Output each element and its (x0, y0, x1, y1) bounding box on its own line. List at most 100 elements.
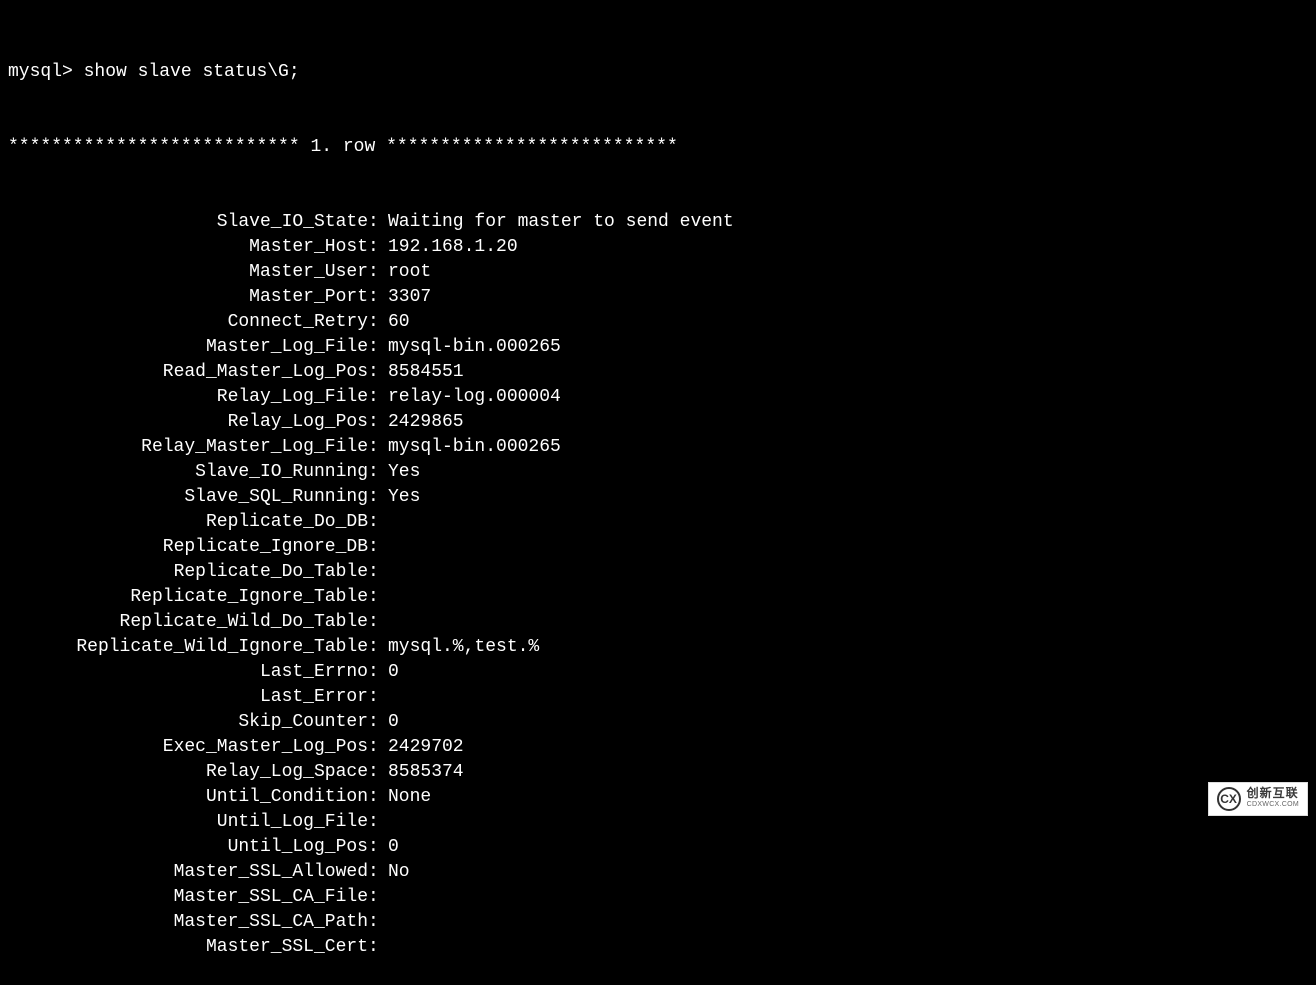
status-field-label: Exec_Master_Log_Pos (8, 735, 368, 760)
mysql-prompt: mysql> (8, 60, 73, 85)
status-field-value: 2429865 (388, 410, 464, 435)
status-field-row: Master_SSL_Cert: (8, 935, 1308, 960)
status-field-row: Until_Condition: None (8, 785, 1308, 810)
status-field-row: Read_Master_Log_Pos: 8584551 (8, 360, 1308, 385)
status-field-row: Connect_Retry: 60 (8, 310, 1308, 335)
status-field-label: Replicate_Do_Table (8, 560, 368, 585)
row-number-label: 1. row (310, 137, 375, 157)
field-colon: : (368, 785, 388, 810)
status-field-row: Master_User: root (8, 260, 1308, 285)
status-field-label: Relay_Log_Pos (8, 410, 368, 435)
status-field-value: Yes (388, 485, 420, 510)
status-field-row: Master_SSL_CA_Path: (8, 910, 1308, 935)
mysql-prompt-line: mysql> show slave status\G; (8, 60, 1308, 85)
status-field-row: Last_Errno: 0 (8, 660, 1308, 685)
status-field-label: Master_SSL_CA_File (8, 885, 368, 910)
row-separator-line: *************************** 1. row *****… (8, 135, 1308, 160)
field-colon: : (368, 685, 388, 710)
status-field-row: Slave_IO_Running: Yes (8, 460, 1308, 485)
field-colon: : (368, 235, 388, 260)
mysql-command: show slave status\G; (84, 60, 300, 85)
status-field-value: 192.168.1.20 (388, 235, 518, 260)
status-field-value: 8584551 (388, 360, 464, 385)
field-colon: : (368, 610, 388, 635)
watermark-badge: CX 创新互联 CDXWCX.COM (1208, 782, 1308, 816)
field-colon: : (368, 760, 388, 785)
field-colon: : (368, 710, 388, 735)
field-colon: : (368, 635, 388, 660)
field-colon: : (368, 935, 388, 960)
status-field-value: 8585374 (388, 760, 464, 785)
status-field-label: Relay_Log_File (8, 385, 368, 410)
status-field-label: Last_Error (8, 685, 368, 710)
field-colon: : (368, 885, 388, 910)
status-field-value: 0 (388, 835, 399, 860)
status-field-row: Relay_Log_Pos: 2429865 (8, 410, 1308, 435)
status-field-row: Until_Log_File: (8, 810, 1308, 835)
status-field-label: Slave_IO_State (8, 210, 368, 235)
field-colon: : (368, 335, 388, 360)
status-field-label: Slave_SQL_Running (8, 485, 368, 510)
status-field-row: Master_Host: 192.168.1.20 (8, 235, 1308, 260)
status-field-label: Skip_Counter (8, 710, 368, 735)
field-colon: : (368, 585, 388, 610)
status-field-label: Master_SSL_CA_Path (8, 910, 368, 935)
status-field-label: Relay_Log_Space (8, 760, 368, 785)
slave-status-fields: Slave_IO_State: Waiting for master to se… (8, 210, 1308, 960)
status-field-label: Read_Master_Log_Pos (8, 360, 368, 385)
status-field-label: Until_Log_Pos (8, 835, 368, 860)
status-field-row: Master_SSL_Allowed: No (8, 860, 1308, 885)
status-field-row: Replicate_Wild_Do_Table: (8, 610, 1308, 635)
status-field-value: 3307 (388, 285, 431, 310)
field-colon: : (368, 860, 388, 885)
status-field-row: Master_SSL_CA_File: (8, 885, 1308, 910)
field-colon: : (368, 560, 388, 585)
watermark-english: CDXWCX.COM (1247, 799, 1299, 811)
field-colon: : (368, 735, 388, 760)
terminal-output[interactable]: mysql> show slave status\G; ************… (8, 10, 1308, 985)
status-field-value: 2429702 (388, 735, 464, 760)
status-field-value: Waiting for master to send event (388, 210, 734, 235)
status-field-value: relay-log.000004 (388, 385, 561, 410)
status-field-row: Relay_Master_Log_File: mysql-bin.000265 (8, 435, 1308, 460)
field-colon: : (368, 660, 388, 685)
status-field-value: mysql-bin.000265 (388, 335, 561, 360)
field-colon: : (368, 310, 388, 335)
status-field-row: Last_Error: (8, 685, 1308, 710)
status-field-label: Master_SSL_Cert (8, 935, 368, 960)
status-field-label: Connect_Retry (8, 310, 368, 335)
status-field-label: Replicate_Wild_Ignore_Table (8, 635, 368, 660)
status-field-row: Replicate_Do_DB: (8, 510, 1308, 535)
status-field-label: Master_User (8, 260, 368, 285)
watermark-chinese: 创新互联 (1247, 787, 1299, 799)
status-field-label: Replicate_Ignore_DB (8, 535, 368, 560)
separator-right: *************************** (386, 137, 678, 157)
status-field-row: Replicate_Wild_Ignore_Table: mysql.%,tes… (8, 635, 1308, 660)
status-field-label: Last_Errno (8, 660, 368, 685)
watermark-logo-icon: CX (1217, 787, 1241, 811)
status-field-label: Master_SSL_Allowed (8, 860, 368, 885)
status-field-row: Exec_Master_Log_Pos: 2429702 (8, 735, 1308, 760)
status-field-value: 60 (388, 310, 410, 335)
status-field-row: Relay_Log_Space: 8585374 (8, 760, 1308, 785)
status-field-row: Master_Port: 3307 (8, 285, 1308, 310)
field-colon: : (368, 510, 388, 535)
status-field-label: Until_Log_File (8, 810, 368, 835)
status-field-row: Master_Log_File: mysql-bin.000265 (8, 335, 1308, 360)
status-field-row: Relay_Log_File: relay-log.000004 (8, 385, 1308, 410)
status-field-value: mysql.%,test.% (388, 635, 539, 660)
status-field-value: None (388, 785, 431, 810)
status-field-value: root (388, 260, 431, 285)
field-colon: : (368, 385, 388, 410)
field-colon: : (368, 810, 388, 835)
status-field-row: Replicate_Ignore_DB: (8, 535, 1308, 560)
field-colon: : (368, 910, 388, 935)
field-colon: : (368, 210, 388, 235)
status-field-label: Replicate_Ignore_Table (8, 585, 368, 610)
field-colon: : (368, 410, 388, 435)
field-colon: : (368, 435, 388, 460)
status-field-row: Until_Log_Pos: 0 (8, 835, 1308, 860)
status-field-row: Replicate_Ignore_Table: (8, 585, 1308, 610)
status-field-label: Replicate_Wild_Do_Table (8, 610, 368, 635)
watermark-text: 创新互联 CDXWCX.COM (1247, 787, 1299, 811)
